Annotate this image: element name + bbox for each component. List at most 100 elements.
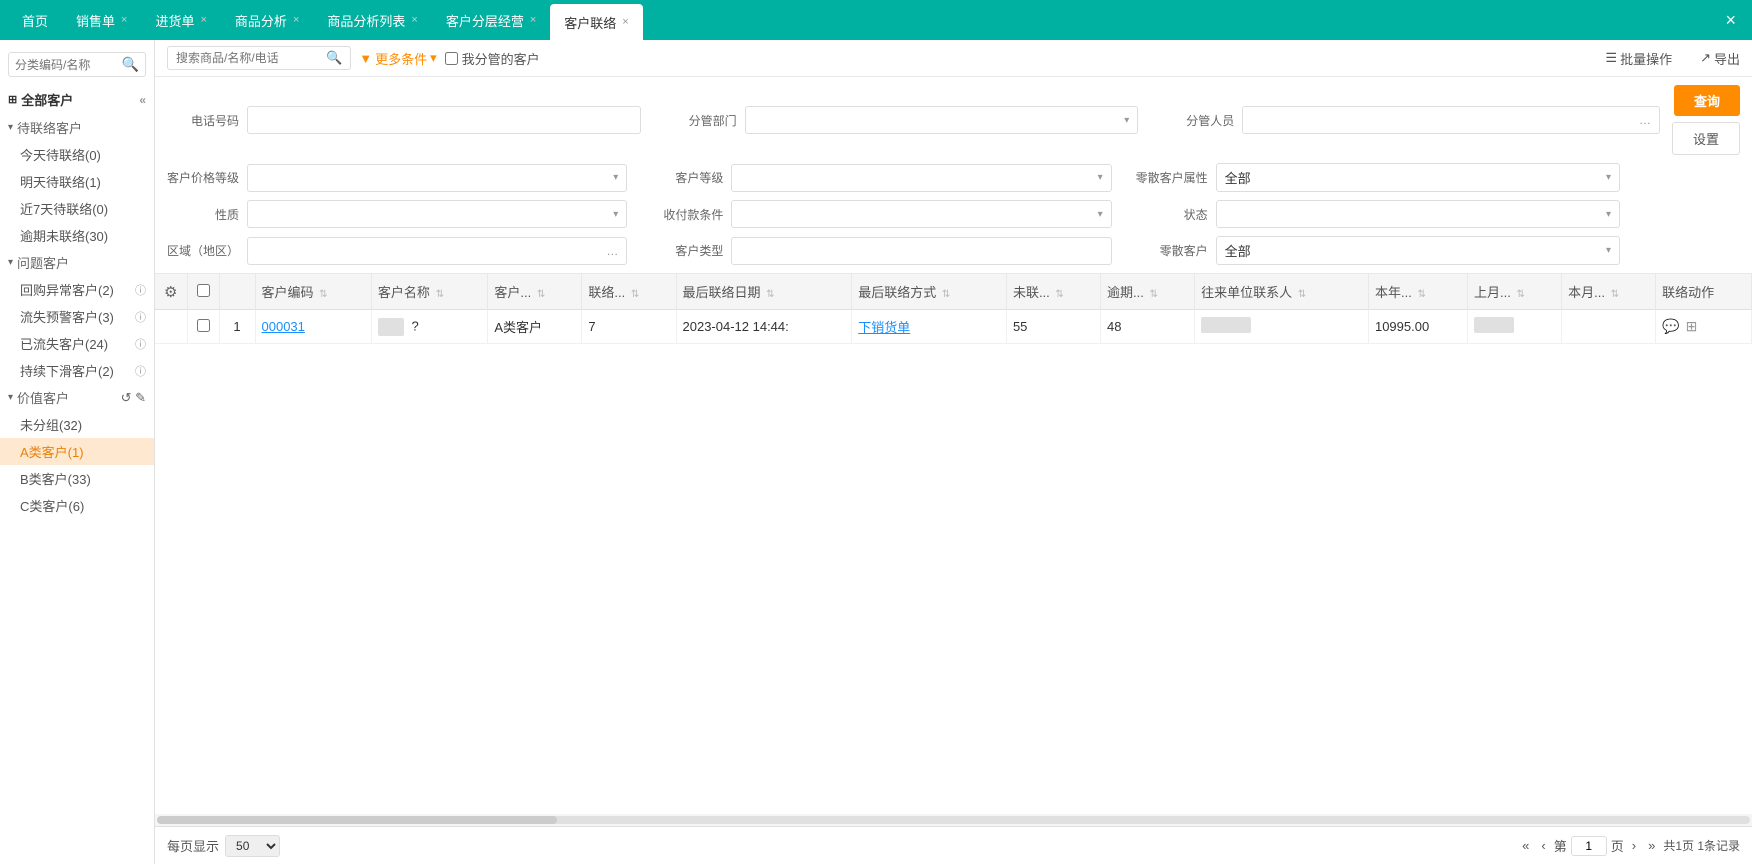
- filter-search-input[interactable]: [176, 51, 326, 65]
- my-customers-check-input[interactable]: [445, 52, 458, 65]
- phone-input[interactable]: [247, 106, 641, 134]
- col-level[interactable]: 客户... ⇅: [488, 274, 582, 310]
- scrollbar-thumb[interactable]: [157, 816, 557, 824]
- qr-action-icon[interactable]: ⊞: [1686, 318, 1698, 335]
- page-size-select[interactable]: 50 100 200: [225, 835, 280, 857]
- my-customers-checkbox[interactable]: 我分管的客户: [445, 49, 540, 68]
- col-last-date[interactable]: 最后联络日期 ⇅: [676, 274, 852, 310]
- filter-search-icon[interactable]: 🔍: [326, 50, 342, 66]
- close-analysis-list-tab[interactable]: ×: [411, 14, 417, 26]
- col-contact-count[interactable]: 联络... ⇅: [582, 274, 676, 310]
- sidebar-search-icon[interactable]: 🔍: [122, 56, 139, 73]
- status-select[interactable]: ▾: [1216, 200, 1620, 228]
- col-name[interactable]: 客户名称 ⇅: [371, 274, 487, 310]
- payment-select[interactable]: ▾: [731, 200, 1111, 228]
- nav-tab-customer-contact[interactable]: 客户联络 ×: [550, 4, 642, 40]
- sidebar-item-7days[interactable]: 近7天待联络(0): [0, 195, 154, 222]
- last-page-btn[interactable]: »: [1644, 836, 1659, 855]
- col-code[interactable]: 客户编码 ⇅: [255, 274, 371, 310]
- col-checkbox[interactable]: [187, 274, 219, 310]
- sidebar-item-ungrouped[interactable]: 未分组(32): [0, 411, 154, 438]
- col-settings[interactable]: ⚙: [155, 274, 187, 310]
- col-this-year[interactable]: 本年... ⇅: [1368, 274, 1467, 310]
- price-level-select[interactable]: ▾: [247, 164, 627, 192]
- sidebar-section-problem[interactable]: ▾ 问题客户: [0, 249, 154, 276]
- prev-page-btn[interactable]: ‹: [1537, 836, 1549, 855]
- nav-tab-analysis[interactable]: 商品分析 ×: [221, 0, 313, 40]
- col-last-month[interactable]: 上月... ⇅: [1468, 274, 1562, 310]
- col-uncontacted[interactable]: 未联... ⇅: [1006, 274, 1100, 310]
- col-unit-contact[interactable]: 往来单位联系人 ⇅: [1195, 274, 1369, 310]
- first-page-btn[interactable]: «: [1518, 836, 1533, 855]
- refresh-icon[interactable]: ↺: [121, 390, 132, 405]
- row-check-input[interactable]: [197, 319, 210, 332]
- sidebar-item-c-class[interactable]: C类客户(6): [0, 492, 154, 519]
- sidebar-section-value[interactable]: ▾ 价值客户 ↺ ✎: [0, 384, 154, 411]
- sidebar-section-pending[interactable]: ▾ 待联络客户: [0, 114, 154, 141]
- close-sales-tab[interactable]: ×: [121, 14, 127, 26]
- region-input[interactable]: …: [247, 237, 627, 265]
- nav-tab-purchase[interactable]: 进货单 ×: [141, 0, 220, 40]
- sidebar-search-input[interactable]: [15, 58, 122, 72]
- chat-action-icon[interactable]: 💬: [1662, 318, 1679, 335]
- filter-search-box[interactable]: 🔍: [167, 46, 351, 70]
- app-close-btn[interactable]: ×: [1717, 10, 1744, 31]
- sidebar-item-lost-warning[interactable]: 流失预警客户(3) ⓘ: [0, 303, 154, 330]
- unit-contact-sort-icon[interactable]: ⇅: [1298, 289, 1306, 300]
- col-this-month[interactable]: 本月... ⇅: [1562, 274, 1656, 310]
- last-date-sort-icon[interactable]: ⇅: [766, 289, 774, 300]
- this-year-sort-icon[interactable]: ⇅: [1417, 289, 1425, 300]
- nav-tab-sales[interactable]: 销售单 ×: [62, 0, 141, 40]
- nature-select[interactable]: ▾: [247, 200, 627, 228]
- sidebar-item-overdue[interactable]: 逾期未联络(30): [0, 222, 154, 249]
- last-month-sort-icon[interactable]: ⇅: [1516, 289, 1524, 300]
- this-month-sort-icon[interactable]: ⇅: [1611, 289, 1619, 300]
- close-analysis-tab[interactable]: ×: [293, 14, 299, 26]
- batch-ops-btn[interactable]: ☰ 批量操作: [1605, 49, 1672, 68]
- page-number-input[interactable]: [1571, 836, 1607, 856]
- customer-type-input[interactable]: [731, 237, 1111, 265]
- filter-more-btn[interactable]: ▼ 更多条件 ▾: [359, 49, 436, 68]
- level-sort-icon[interactable]: ⇅: [537, 289, 545, 300]
- nav-tab-home[interactable]: 首页: [8, 0, 62, 40]
- sidebar-item-a-class[interactable]: A类客户(1): [0, 438, 154, 465]
- retail-customer-select[interactable]: 全部▾: [1216, 236, 1620, 265]
- horizontal-scrollbar[interactable]: [155, 814, 1752, 826]
- uncontacted-sort-icon[interactable]: ⇅: [1055, 289, 1063, 300]
- table-gear-icon[interactable]: ⚙: [164, 284, 177, 301]
- sidebar-item-today[interactable]: 今天待联络(0): [0, 141, 154, 168]
- sidebar-search-box[interactable]: 🔍: [8, 52, 146, 77]
- close-segment-tab[interactable]: ×: [530, 14, 536, 26]
- row-last-way[interactable]: 下销货单: [852, 310, 1007, 344]
- scrollbar-track[interactable]: [157, 816, 1750, 824]
- row-code[interactable]: 000031: [255, 310, 371, 344]
- col-overdue[interactable]: 逾期... ⇅: [1101, 274, 1195, 310]
- close-purchase-tab[interactable]: ×: [200, 14, 206, 26]
- settings-button[interactable]: 设置: [1672, 122, 1740, 155]
- col-last-way[interactable]: 最后联络方式 ⇅: [852, 274, 1007, 310]
- sidebar-item-declining[interactable]: 持续下滑客户(2) ⓘ: [0, 357, 154, 384]
- sidebar-item-tomorrow[interactable]: 明天待联络(1): [0, 168, 154, 195]
- sidebar-collapse-btn[interactable]: «: [139, 93, 146, 107]
- code-sort-icon[interactable]: ⇅: [319, 289, 327, 300]
- edit-icon[interactable]: ✎: [135, 390, 146, 405]
- query-button[interactable]: 查询: [1674, 85, 1740, 116]
- dept-select[interactable]: ▾: [745, 106, 1139, 134]
- sidebar-item-b-class[interactable]: B类客户(33): [0, 465, 154, 492]
- select-all-checkbox[interactable]: [197, 284, 210, 297]
- overdue-sort-icon[interactable]: ⇅: [1149, 289, 1157, 300]
- row-checkbox[interactable]: [187, 310, 219, 344]
- nav-tab-analysis-list[interactable]: 商品分析列表 ×: [313, 0, 431, 40]
- manager-input[interactable]: …: [1242, 106, 1660, 134]
- contact-sort-icon[interactable]: ⇅: [631, 289, 639, 300]
- customer-level-select[interactable]: ▾: [731, 164, 1111, 192]
- sidebar-item-repurchase-abnormal[interactable]: 回购异常客户(2) ⓘ: [0, 276, 154, 303]
- sidebar-item-lost[interactable]: 已流失客户(24) ⓘ: [0, 330, 154, 357]
- retail-attr-select[interactable]: 全部▾: [1216, 163, 1620, 192]
- next-page-btn[interactable]: ›: [1628, 836, 1640, 855]
- nav-tab-customer-segment[interactable]: 客户分层经营 ×: [432, 0, 550, 40]
- close-contact-tab[interactable]: ×: [622, 16, 628, 28]
- last-way-sort-icon[interactable]: ⇅: [942, 289, 950, 300]
- name-sort-icon[interactable]: ⇅: [436, 289, 444, 300]
- export-btn[interactable]: ↗ 导出: [1700, 49, 1740, 68]
